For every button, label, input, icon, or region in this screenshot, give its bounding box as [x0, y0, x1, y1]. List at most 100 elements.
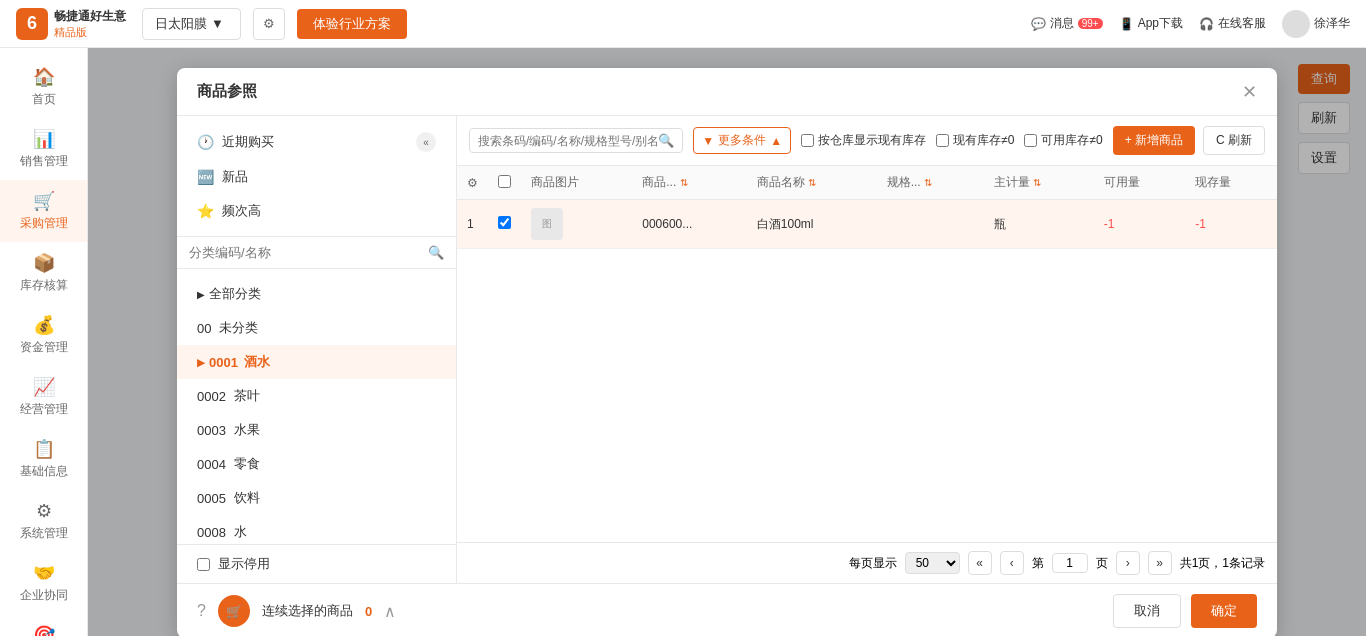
- sidebar-item-operations[interactable]: 📈 经营管理: [0, 366, 87, 428]
- search-icon[interactable]: 🔍: [428, 245, 444, 260]
- checkbox-available-nonzero[interactable]: 可用库存≠0: [1024, 132, 1102, 149]
- operations-icon: 📈: [33, 376, 55, 398]
- confirm-button[interactable]: 确定: [1191, 594, 1257, 628]
- col-stock: 现存量: [1185, 166, 1277, 200]
- category-label-0005: 饮料: [234, 489, 260, 507]
- category-search-input[interactable]: [189, 245, 428, 260]
- cell-unit: 瓶: [984, 200, 1094, 249]
- product-search-input[interactable]: [478, 134, 658, 148]
- table-row[interactable]: 1 图 000600... 白酒100ml 瓶: [457, 200, 1277, 249]
- first-page-button[interactable]: «: [968, 551, 992, 575]
- col-settings: ⚙: [457, 166, 488, 200]
- star-icon: ⭐: [197, 203, 214, 219]
- col-code-label: 商品...: [642, 175, 676, 189]
- chevron-down-icon: ▼: [211, 16, 224, 31]
- next-page-button[interactable]: ›: [1116, 551, 1140, 575]
- service-label: 在线客服: [1218, 15, 1266, 32]
- checkbox-warehouse[interactable]: 按仓库显示现有库存: [801, 132, 926, 149]
- col-unit-label: 主计量: [994, 175, 1030, 189]
- product-thumbnail: 图: [531, 208, 563, 240]
- modal-overlay: 商品参照 ✕ 🕐 近期购买 « �: [88, 48, 1366, 636]
- tenant-dropdown[interactable]: 日太阳膜 ▼: [142, 8, 241, 40]
- category-item-all[interactable]: ▶ 全部分类: [177, 277, 456, 311]
- category-item-00[interactable]: 00 未分类: [177, 311, 456, 345]
- category-label-0002: 茶叶: [234, 387, 260, 405]
- sidebar-item-system[interactable]: ⚙ 系统管理: [0, 490, 87, 552]
- category-item-0001[interactable]: ▶ 0001 酒水: [177, 345, 456, 379]
- nav-recent-purchase[interactable]: 🕐 近期购买 «: [177, 124, 456, 160]
- modal-header: 商品参照 ✕: [177, 68, 1277, 116]
- app-label: App下载: [1138, 15, 1183, 32]
- total-label: 共1页，1条记录: [1180, 555, 1265, 572]
- modal-close-button[interactable]: ✕: [1242, 83, 1257, 101]
- checkbox-stock-nonzero[interactable]: 现有库存≠0: [936, 132, 1014, 149]
- prev-page-button[interactable]: ‹: [1000, 551, 1024, 575]
- message-icon: 💬: [1031, 17, 1046, 31]
- home-icon: 🏠: [33, 66, 55, 88]
- sidebar-item-sales[interactable]: 📊 销售管理: [0, 118, 87, 180]
- guide-icon: 🎯: [33, 624, 55, 636]
- modal-title: 商品参照: [197, 82, 257, 101]
- sidebar-item-basic-info[interactable]: 📋 基础信息: [0, 428, 87, 490]
- category-item-0005[interactable]: 0005 饮料: [177, 481, 456, 515]
- left-panel-nav: 🕐 近期购买 « 🆕 新品 ⭐ 频次高: [177, 116, 456, 237]
- refresh-product-button[interactable]: C 刷新: [1203, 126, 1265, 155]
- add-product-button[interactable]: + 新增商品: [1113, 126, 1195, 155]
- available-nonzero-checkbox[interactable]: [1024, 134, 1037, 147]
- col-spec[interactable]: 规格... ⇅: [877, 166, 984, 200]
- product-search-icon[interactable]: 🔍: [658, 133, 674, 148]
- col-unit[interactable]: 主计量 ⇅: [984, 166, 1094, 200]
- nav-frequent[interactable]: ⭐ 频次高: [177, 194, 456, 228]
- last-page-button[interactable]: »: [1148, 551, 1172, 575]
- sidebar-item-finance[interactable]: 💰 资金管理: [0, 304, 87, 366]
- sidebar-label-system: 系统管理: [20, 525, 68, 542]
- col-image: 商品图片: [521, 166, 632, 200]
- sidebar-label-inventory: 库存核算: [20, 277, 68, 294]
- col-code[interactable]: 商品... ⇅: [632, 166, 747, 200]
- page-size-label: 每页显示: [849, 555, 897, 572]
- category-item-0002[interactable]: 0002 茶叶: [177, 379, 456, 413]
- select-all-checkbox[interactable]: [498, 175, 511, 188]
- user-item[interactable]: 徐泽华: [1282, 10, 1350, 38]
- sidebar-item-enterprise[interactable]: 🤝 企业协同: [0, 552, 87, 614]
- show-disabled-checkbox[interactable]: [197, 558, 210, 571]
- category-item-0003[interactable]: 0003 水果: [177, 413, 456, 447]
- sidebar-item-home[interactable]: 🏠 首页: [0, 56, 87, 118]
- col-name[interactable]: 商品名称 ⇅: [747, 166, 877, 200]
- up-icon[interactable]: ∧: [384, 602, 396, 621]
- nav-new-products[interactable]: 🆕 新品: [177, 160, 456, 194]
- col-available: 可用量: [1094, 166, 1186, 200]
- app-download-item[interactable]: 📱 App下载: [1119, 15, 1183, 32]
- experience-button[interactable]: 体验行业方案: [297, 9, 407, 39]
- nav-new-label: 新品: [222, 168, 248, 186]
- sidebar-item-inventory[interactable]: 📦 库存核算: [0, 242, 87, 304]
- cancel-button[interactable]: 取消: [1113, 594, 1181, 628]
- toolbar: 🔍 ▼ 更多条件 ▲ 按仓库显示现有库存: [457, 116, 1277, 166]
- page-size-select[interactable]: 50 10 20 100: [905, 552, 960, 574]
- page-number-input[interactable]: [1052, 553, 1088, 573]
- customer-service-item[interactable]: 🎧 在线客服: [1199, 15, 1266, 32]
- category-item-0004[interactable]: 0004 零食: [177, 447, 456, 481]
- app-icon: 📱: [1119, 17, 1134, 31]
- row-checkbox[interactable]: [498, 216, 511, 229]
- settings-button[interactable]: ⚙: [253, 8, 285, 40]
- warehouse-checkbox[interactable]: [801, 134, 814, 147]
- message-item[interactable]: 💬 消息 99+: [1031, 15, 1103, 32]
- modal-body: 🕐 近期购买 « 🆕 新品 ⭐ 频次高: [177, 116, 1277, 583]
- sort-icon-spec: ⇅: [924, 177, 932, 188]
- sidebar-item-guide[interactable]: 🎯 新手引导: [0, 614, 87, 636]
- category-code-0004: 0004: [197, 457, 226, 472]
- category-code-0005: 0005: [197, 491, 226, 506]
- enterprise-icon: 🤝: [33, 562, 55, 584]
- stock-nonzero-checkbox[interactable]: [936, 134, 949, 147]
- collapse-button[interactable]: «: [416, 132, 436, 152]
- category-search: 🔍: [177, 237, 456, 269]
- cart-icon: 🛒: [218, 595, 250, 627]
- sidebar-label-purchase: 采购管理: [20, 215, 68, 232]
- more-filter-button[interactable]: ▼ 更多条件 ▲: [693, 127, 791, 154]
- help-icon[interactable]: ?: [197, 602, 206, 620]
- cell-checkbox[interactable]: [488, 200, 521, 249]
- sidebar-item-purchase[interactable]: 🛒 采购管理: [0, 180, 87, 242]
- product-reference-modal: 商品参照 ✕ 🕐 近期购买 « �: [177, 68, 1277, 636]
- category-item-0008[interactable]: 0008 水: [177, 515, 456, 544]
